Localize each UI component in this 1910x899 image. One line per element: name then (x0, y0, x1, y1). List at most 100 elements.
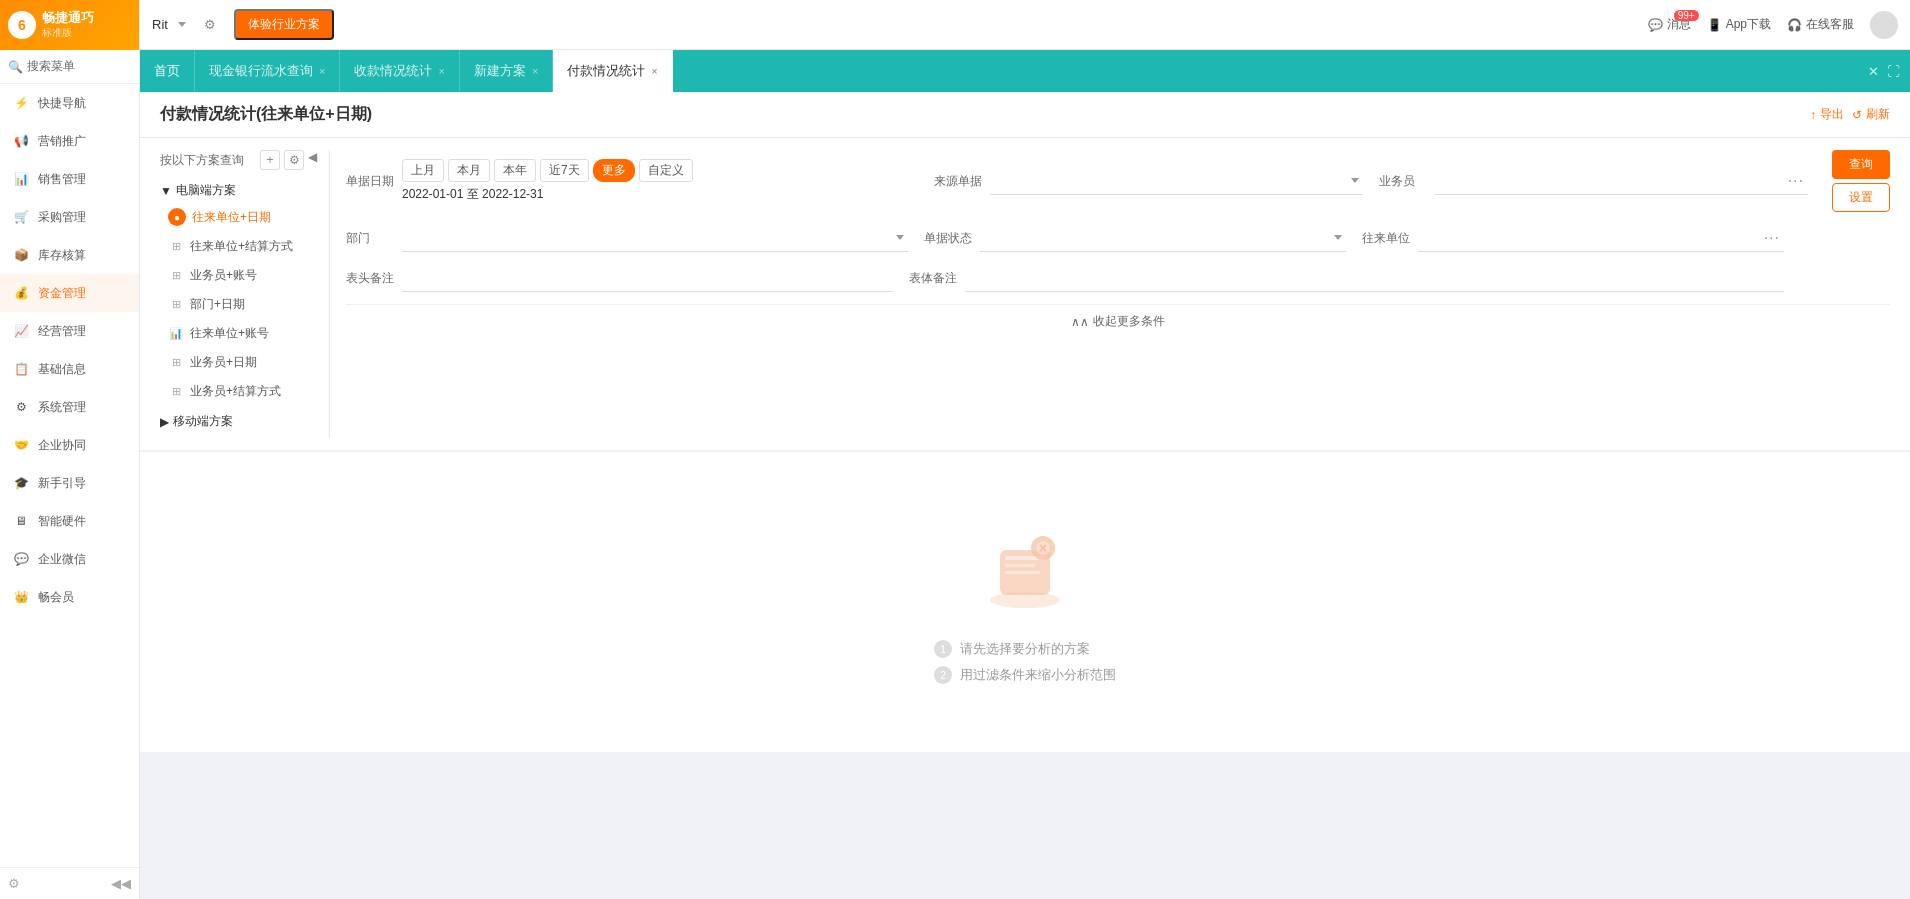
online-service-btn[interactable]: 🎧 在线客服 (1787, 16, 1854, 33)
settings-footer-icon[interactable]: ⚙ (8, 876, 20, 891)
table-icon-4: ⊞ (168, 355, 184, 371)
source-doc-field: 来源单据 (934, 167, 1363, 195)
tab-bank-flow-label: 现金银行流水查询 (209, 62, 313, 80)
date-btn-custom[interactable]: 自定义 (639, 159, 693, 182)
quick-nav-label: 快捷导航 (38, 95, 86, 112)
trial-btn[interactable]: 体验行业方案 (234, 9, 334, 40)
enterprise-icon: 🤝 (12, 436, 30, 454)
tab-home[interactable]: 首页 (140, 50, 195, 92)
sidebar-item-quick-nav[interactable]: ⚡ 快捷导航 (0, 84, 139, 122)
enterprise-label: 企业协同 (38, 437, 86, 454)
tab-bank-flow-close[interactable]: × (319, 65, 325, 77)
date-btn-more[interactable]: 更多 (593, 159, 635, 182)
scheme-staff-settle-label: 业务员+结算方式 (190, 383, 281, 400)
scheme-unit-account[interactable]: 📊 往来单位+账号 (160, 320, 317, 347)
tab-payment-stat[interactable]: 付款情况统计 × (553, 50, 672, 92)
counterpart-select[interactable]: ··· (1418, 224, 1784, 252)
settings-btn[interactable]: 设置 (1832, 183, 1890, 212)
tab-collection-stat[interactable]: 收款情况统计 × (340, 50, 459, 92)
refresh-btn[interactable]: ↺ 刷新 (1852, 106, 1890, 123)
user-avatar[interactable] (1870, 11, 1898, 39)
collapse-more-btn[interactable]: ∧∧ 收起更多条件 (1071, 313, 1165, 330)
search-menu[interactable]: 🔍 搜索菜单 (0, 50, 139, 84)
sidebar-item-purchase[interactable]: 🛒 采购管理 (0, 198, 139, 236)
sidebar: 6 畅捷通巧 标准版 🔍 搜索菜单 ⚡ 快捷导航 📢 营销推广 📊 销售管理 🛒… (0, 0, 140, 899)
scheme-staff-date[interactable]: ⊞ 业务员+日期 (160, 349, 317, 376)
scheme-staff-account[interactable]: ⊞ 业务员+账号 (160, 262, 317, 289)
sidebar-item-member[interactable]: 👑 畅会员 (0, 578, 139, 616)
tab-new-scheme[interactable]: 新建方案 × (460, 50, 553, 92)
wechat-label: 企业微信 (38, 551, 86, 568)
scheme-staff-settle[interactable]: ⊞ 业务员+结算方式 (160, 378, 317, 405)
close-all-tabs-icon[interactable]: ✕ (1868, 64, 1879, 79)
tab-payment-stat-close[interactable]: × (651, 65, 657, 77)
scheme-settings-btn[interactable]: ⚙ (284, 150, 304, 170)
sidebar-item-hardware[interactable]: 🖥 智能硬件 (0, 502, 139, 540)
scheme-unit-date[interactable]: ● 往来单位+日期 (160, 203, 317, 231)
collapse-sidebar-icon[interactable]: ◀◀ (111, 876, 131, 891)
export-btn[interactable]: ↑ 导出 (1810, 106, 1844, 123)
refresh-icon: ↺ (1852, 108, 1862, 122)
sidebar-item-wechat[interactable]: 💬 企业微信 (0, 540, 139, 578)
app-download-btn[interactable]: 📱 App下载 (1707, 16, 1771, 33)
sidebar-item-marketing[interactable]: 📢 营销推广 (0, 122, 139, 160)
sidebar-item-basic[interactable]: 📋 基础信息 (0, 350, 139, 388)
expand-icon[interactable]: ⛶ (1887, 64, 1900, 79)
mobile-group-header[interactable]: ▶ 移动端方案 (160, 409, 317, 434)
scheme-actions: + ⚙ ◀ (260, 150, 317, 170)
purchase-icon: 🛒 (12, 208, 30, 226)
marketing-label: 营销推广 (38, 133, 86, 150)
messages-btn[interactable]: 💬 消息 99+ (1648, 16, 1691, 33)
guide-label: 新手引导 (38, 475, 86, 492)
staff-select[interactable]: ··· (1435, 167, 1808, 195)
sidebar-item-operation[interactable]: 📈 经营管理 (0, 312, 139, 350)
date-btn-this-year[interactable]: 本年 (494, 159, 536, 182)
collapse-bar: ∧∧ 收起更多条件 (346, 304, 1890, 338)
scheme-unit-settle[interactable]: ⊞ 往来单位+结算方式 (160, 233, 317, 260)
brand-name: 畅捷通巧 (42, 10, 94, 26)
scheme-dept-date[interactable]: ⊞ 部门+日期 (160, 291, 317, 318)
desktop-group-header[interactable]: ▼ 电脑端方案 (160, 178, 317, 203)
counterpart-ellipsis[interactable]: ··· (1764, 229, 1780, 247)
sidebar-item-enterprise[interactable]: 🤝 企业协同 (0, 426, 139, 464)
desktop-scheme-group: ▼ 电脑端方案 ● 往来单位+日期 ⊞ 往来单位+结算方式 ⊞ 业务员+账号 (160, 178, 317, 405)
chart-icon-1: 📊 (168, 326, 184, 342)
tab-bank-flow[interactable]: 现金银行流水查询 × (195, 50, 340, 92)
desktop-group-label: 电脑端方案 (176, 182, 236, 199)
tab-new-scheme-close[interactable]: × (532, 65, 538, 77)
scheme-staff-date-label: 业务员+日期 (190, 354, 257, 371)
date-btn-7days[interactable]: 近7天 (540, 159, 589, 182)
date-btn-last-month[interactable]: 上月 (402, 159, 444, 182)
tab-collection-stat-close[interactable]: × (438, 65, 444, 77)
table-icon-2: ⊞ (168, 268, 184, 284)
messages-badge: 99+ (1674, 10, 1699, 21)
sidebar-item-sales[interactable]: 📊 销售管理 (0, 160, 139, 198)
sidebar-item-guide[interactable]: 🎓 新手引导 (0, 464, 139, 502)
sidebar-item-capital[interactable]: 💰 资金管理 (0, 274, 139, 312)
source-doc-select[interactable] (990, 167, 1363, 195)
date-btn-this-month[interactable]: 本月 (448, 159, 490, 182)
date-field: 单据日期 上月 本月 本年 近7天 更多 自定义 2022-01-01 至 20… (346, 159, 918, 203)
dept-select[interactable] (402, 224, 908, 252)
header-note-input[interactable] (402, 264, 893, 292)
add-scheme-btn[interactable]: + (260, 150, 280, 170)
member-icon: 👑 (12, 588, 30, 606)
company-selector[interactable]: Rit (152, 17, 186, 32)
topbar-settings-btn[interactable]: ⚙ (196, 11, 224, 39)
sidebar-item-system[interactable]: ⚙ 系统管理 (0, 388, 139, 426)
staff-field: 业务员 ··· (1379, 167, 1808, 195)
tab-new-scheme-label: 新建方案 (474, 62, 526, 80)
sidebar-item-inventory[interactable]: 📦 库存核算 (0, 236, 139, 274)
empty-step-2: 2 用过滤条件来缩小分析范围 (934, 666, 1116, 684)
empty-step-1: 1 请先选择要分析的方案 (934, 640, 1116, 658)
collapse-more-label: 收起更多条件 (1093, 313, 1165, 330)
doc-status-select[interactable] (980, 224, 1346, 252)
step-1-num: 1 (934, 640, 952, 658)
main-area: Rit ⚙ 体验行业方案 💬 消息 99+ 📱 App下载 🎧 在线客服 (140, 0, 1910, 899)
staff-ellipsis[interactable]: ··· (1788, 172, 1804, 190)
table-icon-1: ⊞ (168, 239, 184, 255)
collapse-scheme-btn[interactable]: ◀ (308, 150, 317, 170)
export-icon: ↑ (1810, 108, 1816, 122)
body-note-input[interactable] (965, 264, 1784, 292)
query-btn[interactable]: 查询 (1832, 150, 1890, 179)
